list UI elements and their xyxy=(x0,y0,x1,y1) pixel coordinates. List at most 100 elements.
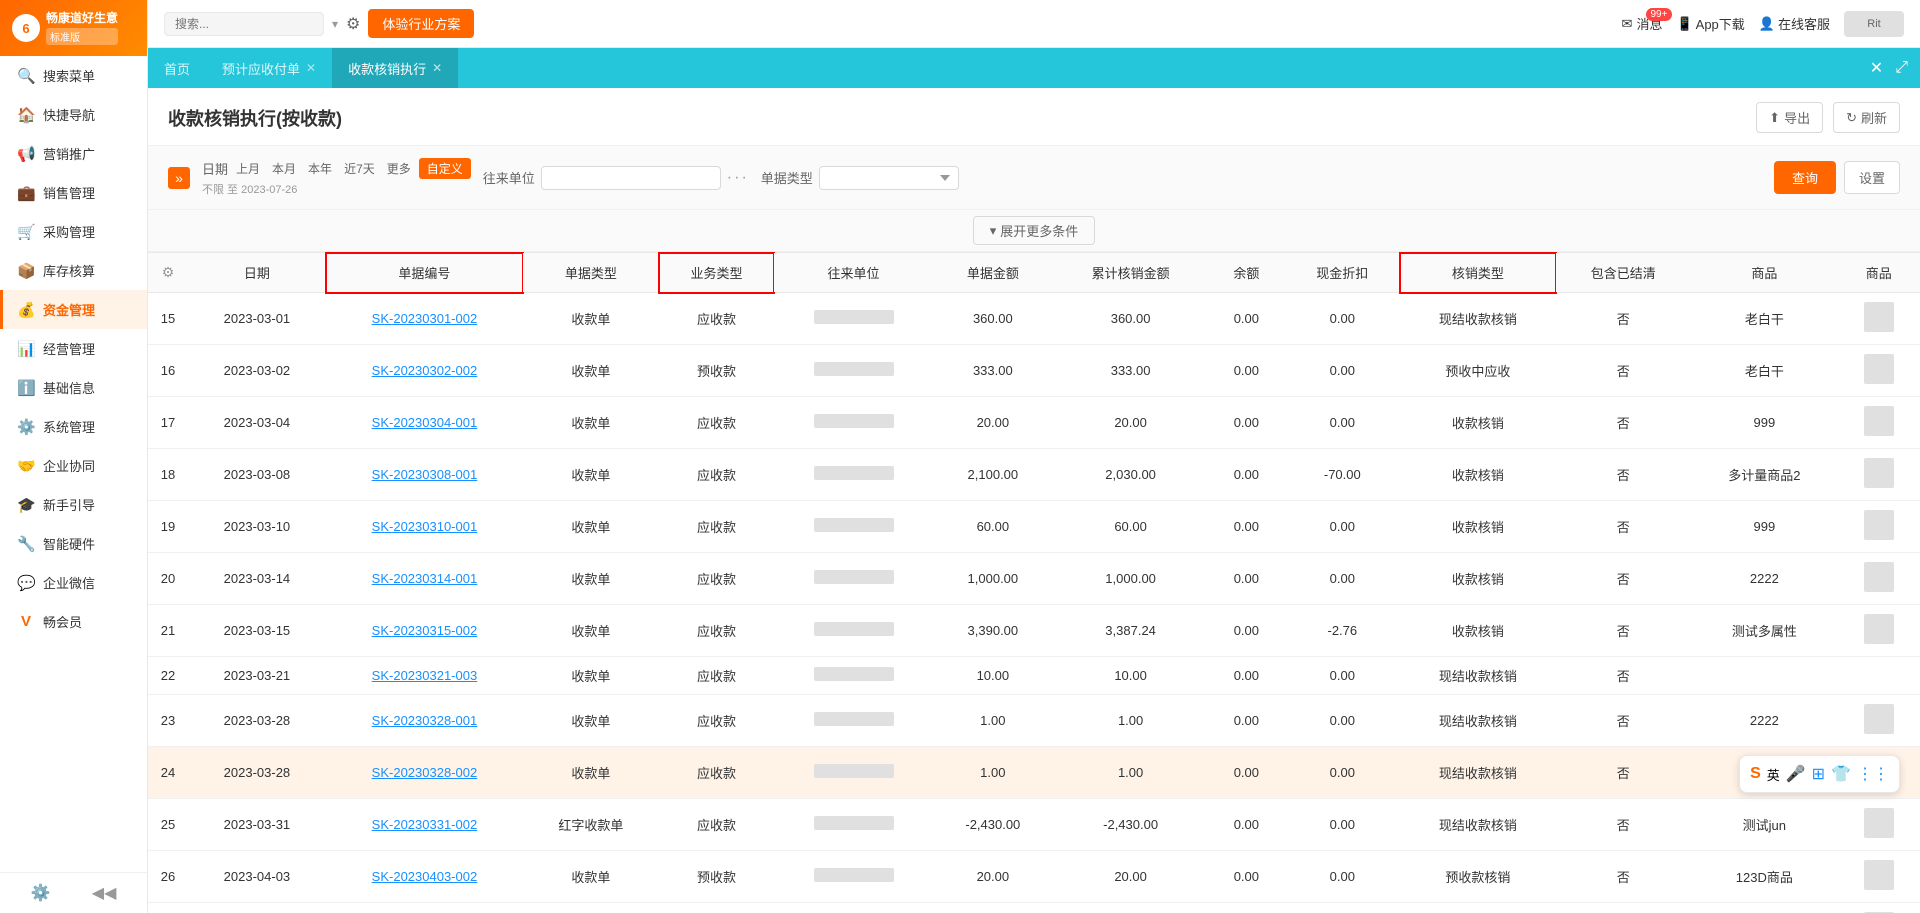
date-this-year[interactable]: 本年 xyxy=(304,158,336,179)
doc-no-link[interactable]: SK-20230328-002 xyxy=(372,765,478,780)
sidebar-item-enterprise[interactable]: 🤝 企业协同 xyxy=(0,446,147,485)
sidebar-item-search[interactable]: 🔍 搜索菜单 xyxy=(0,56,147,95)
expand-chevron-icon: ▾ xyxy=(990,223,997,239)
tab-close-all-btn[interactable]: ✕ xyxy=(1866,54,1887,82)
online-service-btn[interactable]: 👤 在线客服 xyxy=(1759,14,1830,33)
topbar-gear-icon[interactable]: ⚙ xyxy=(346,14,360,34)
cell-doc-no[interactable]: SK-20230301-002 xyxy=(326,293,523,345)
doc-no-link[interactable]: SK-20230314-001 xyxy=(372,571,478,586)
date-more[interactable]: 更多 xyxy=(383,158,415,179)
doc-no-link[interactable]: SK-20230301-002 xyxy=(372,311,478,326)
cell-verify-type: 收款核销 xyxy=(1400,397,1555,449)
app-download-btn[interactable]: 📱 App下载 xyxy=(1676,14,1744,33)
cell-amount: 360.00 xyxy=(933,293,1053,345)
shirt-icon[interactable]: 👕 xyxy=(1831,764,1851,784)
doc-no-link[interactable]: SK-20230315-002 xyxy=(372,623,478,638)
mic-icon[interactable]: 🎤 xyxy=(1786,764,1806,784)
tab-verify-close[interactable]: ✕ xyxy=(432,61,442,75)
cell-doc-no[interactable]: SK-20230310-001 xyxy=(326,501,523,553)
industry-btn[interactable]: 体验行业方案 xyxy=(368,9,474,38)
cell-doc-no[interactable]: SK-20230408-001 xyxy=(326,903,523,913)
sidebar-item-operation[interactable]: 📊 经营管理 xyxy=(0,329,147,368)
cell-doc-no[interactable]: SK-20230331-002 xyxy=(326,799,523,851)
cell-doc-no[interactable]: SK-20230328-001 xyxy=(326,695,523,747)
cell-balance: 0.00 xyxy=(1208,799,1284,851)
cell-verified: 20.00 xyxy=(1053,851,1208,903)
th-goods2: 商品 xyxy=(1838,253,1920,293)
date-last-month[interactable]: 上月 xyxy=(232,158,264,179)
sidebar-item-sales[interactable]: 💼 销售管理 xyxy=(0,173,147,212)
cell-doc-no[interactable]: SK-20230308-001 xyxy=(326,449,523,501)
topbar-chevron-icon[interactable]: ▾ xyxy=(332,17,338,31)
tab-expand-btn[interactable]: ⤢ xyxy=(1891,54,1912,82)
cell-doc-no[interactable]: SK-20230403-002 xyxy=(326,851,523,903)
cell-doc-no[interactable]: SK-20230328-002 xyxy=(326,747,523,799)
doc-no-link[interactable]: SK-20230310-001 xyxy=(372,519,478,534)
sidebar-item-system[interactable]: ⚙️ 系统管理 xyxy=(0,407,147,446)
filter-settings-btn[interactable]: 设置 xyxy=(1844,161,1900,194)
sidebar-item-wechat[interactable]: 💬 企业微信 xyxy=(0,563,147,602)
doctype-select[interactable] xyxy=(819,166,959,190)
filter-expand-btn[interactable]: » xyxy=(168,167,190,189)
sidebar-item-purchase[interactable]: 🛒 采购管理 xyxy=(0,212,147,251)
sidebar-item-quick-nav[interactable]: 🏠 快捷导航 xyxy=(0,95,147,134)
doc-no-link[interactable]: SK-20230331-002 xyxy=(372,817,478,832)
table-row: 192023-03-10SK-20230310-001收款单应收款60.0060… xyxy=(148,501,1920,553)
doc-no-link[interactable]: SK-20230304-001 xyxy=(372,415,478,430)
cell-doc-no[interactable]: SK-20230302-002 xyxy=(326,345,523,397)
tab-verify[interactable]: 收款核销执行 ✕ xyxy=(332,48,458,88)
sidebar-item-basic[interactable]: ℹ️ 基础信息 xyxy=(0,368,147,407)
cell-doc-no[interactable]: SK-20230314-001 xyxy=(326,553,523,605)
sidebar-item-hardware[interactable]: 🔧 智能硬件 xyxy=(0,524,147,563)
cell-verify-type: 预收中应收 xyxy=(1400,345,1555,397)
cell-goods2 xyxy=(1838,345,1920,397)
sidebar-item-finance[interactable]: 💰 资金管理 xyxy=(0,290,147,329)
cell-discount: 0.00 xyxy=(1284,345,1400,397)
sidebar-item-marketing[interactable]: 📢 营销推广 xyxy=(0,134,147,173)
table-container[interactable]: ⚙ 日期 单据编号 单据类型 业务类型 往来单位 单据金额 累计核销金额 余额 … xyxy=(148,252,1920,913)
grid-icon[interactable]: ⊞ xyxy=(1812,764,1825,784)
doc-no-link[interactable]: SK-20230321-003 xyxy=(372,668,478,683)
partner-dots[interactable]: ··· xyxy=(727,169,749,187)
doc-no-link[interactable]: SK-20230302-002 xyxy=(372,363,478,378)
export-btn[interactable]: ⬆ 导出 xyxy=(1756,102,1823,133)
cell-doc-no[interactable]: SK-20230321-003 xyxy=(326,657,523,695)
date-custom-btn[interactable]: 自定义 xyxy=(419,158,471,179)
cell-balance: 0.00 xyxy=(1208,851,1284,903)
expand-more-btn[interactable]: ▾ 展开更多条件 xyxy=(973,216,1096,245)
settings-footer-icon[interactable]: ⚙️ xyxy=(31,883,51,903)
cell-doc-no[interactable]: SK-20230304-001 xyxy=(326,397,523,449)
doc-no-link[interactable]: SK-20230328-001 xyxy=(372,713,478,728)
partner-input[interactable] xyxy=(541,166,721,190)
tab-receivable[interactable]: 预计应收付单 ✕ xyxy=(206,48,332,88)
th-settings[interactable]: ⚙ xyxy=(148,253,188,293)
cell-discount: -70.00 xyxy=(1284,449,1400,501)
operation-icon: 📊 xyxy=(17,340,35,358)
sidebar-item-member[interactable]: V 畅会员 xyxy=(0,602,147,641)
cell-partner xyxy=(774,657,932,695)
apps-icon[interactable]: ⋮⋮ xyxy=(1857,764,1889,784)
date-7days[interactable]: 近7天 xyxy=(340,158,379,179)
cell-amount: 20.00 xyxy=(933,397,1053,449)
cell-doc-no[interactable]: SK-20230315-002 xyxy=(326,605,523,657)
cell-biz-type: 应收款 xyxy=(659,747,775,799)
collapse-icon[interactable]: ◀◀ xyxy=(92,883,117,903)
refresh-btn[interactable]: ↻ 刷新 xyxy=(1833,102,1900,133)
doc-no-link[interactable]: SK-20230308-001 xyxy=(372,467,478,482)
service-icon: 👤 xyxy=(1759,16,1775,32)
sidebar-item-inventory[interactable]: 📦 库存核算 xyxy=(0,251,147,290)
floating-input-badge[interactable]: S 英 🎤 ⊞ 👕 ⋮⋮ xyxy=(1739,755,1900,793)
tab-receivable-close[interactable]: ✕ xyxy=(306,61,316,75)
cell-biz-type: 预收款 xyxy=(659,851,775,903)
query-btn[interactable]: 查询 xyxy=(1774,161,1836,194)
table-row: 252023-03-31SK-20230331-002红字收款单应收款-2,43… xyxy=(148,799,1920,851)
date-this-month[interactable]: 本月 xyxy=(268,158,300,179)
sidebar-item-guide[interactable]: 🎓 新手引导 xyxy=(0,485,147,524)
table-settings-icon[interactable]: ⚙ xyxy=(162,264,175,280)
cell-included: 否 xyxy=(1556,657,1692,695)
notification-btn[interactable]: ✉ 消息 99+ xyxy=(1622,14,1663,33)
topbar-search-input[interactable] xyxy=(164,12,324,36)
doc-no-link[interactable]: SK-20230403-002 xyxy=(372,869,478,884)
tab-home[interactable]: 首页 xyxy=(148,48,206,88)
user-avatar[interactable]: Rit xyxy=(1844,11,1904,37)
